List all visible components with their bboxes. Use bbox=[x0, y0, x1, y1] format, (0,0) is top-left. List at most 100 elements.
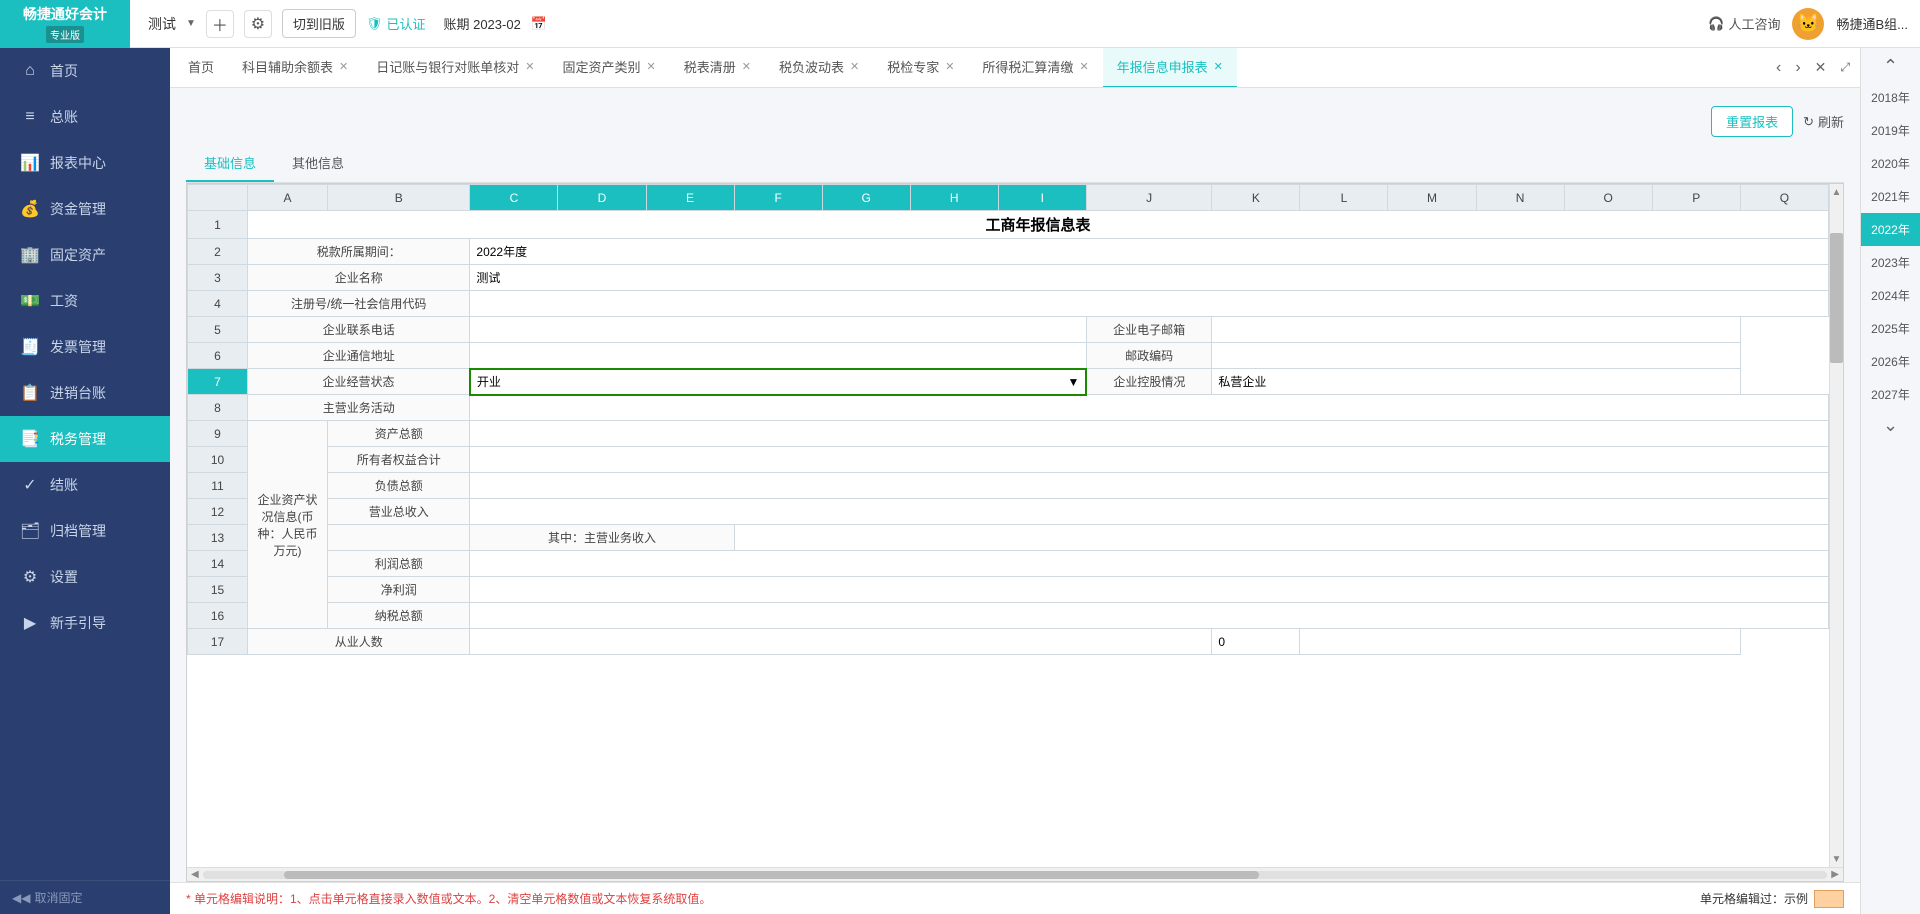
sub-tab-other[interactable]: 其他信息 bbox=[274, 145, 362, 182]
col-header-p[interactable]: P bbox=[1652, 185, 1740, 211]
year-2018[interactable]: 2018年 bbox=[1861, 81, 1920, 114]
col-header-e[interactable]: E bbox=[646, 185, 734, 211]
company-value-cell[interactable]: 测试 bbox=[470, 265, 1829, 291]
settings-icon[interactable]: ⚙ bbox=[244, 10, 272, 38]
sidebar-item-archive[interactable]: 🗂 归档管理 bbox=[0, 508, 170, 554]
tab-auxiliary[interactable]: 科目辅助余额表 ✕ bbox=[228, 48, 362, 88]
year-2020[interactable]: 2020年 bbox=[1861, 147, 1920, 180]
tab-journal[interactable]: 日记账与银行对账单核对 ✕ bbox=[362, 48, 548, 88]
sidebar-item-tax[interactable]: 📑 税务管理 bbox=[0, 416, 170, 462]
year-2019[interactable]: 2019年 bbox=[1861, 114, 1920, 147]
main-rev-value[interactable] bbox=[734, 525, 1828, 551]
year-2023[interactable]: 2023年 bbox=[1861, 246, 1920, 279]
main-biz-value-cell[interactable] bbox=[470, 395, 1829, 421]
sidebar-item-inventory[interactable]: 📋 进销台账 bbox=[0, 370, 170, 416]
scroll-left-button[interactable]: ◀ bbox=[191, 869, 199, 880]
total-tax-value[interactable] bbox=[470, 603, 1829, 629]
tab-close-all-button[interactable]: ✕ bbox=[1809, 59, 1833, 76]
sidebar-item-invoice[interactable]: 🧾 发票管理 bbox=[0, 324, 170, 370]
phone-value-cell[interactable] bbox=[470, 317, 1086, 343]
tab-next-button[interactable]: › bbox=[1789, 59, 1806, 77]
col-header-f[interactable]: F bbox=[734, 185, 822, 211]
holding-value-cell[interactable]: 私营企业 bbox=[1212, 369, 1740, 395]
equity-value[interactable] bbox=[470, 447, 1829, 473]
sidebar-item-ledger[interactable]: ≡ 总账 bbox=[0, 94, 170, 140]
calendar-icon[interactable]: 📅 bbox=[531, 16, 547, 32]
add-tab-button[interactable]: ＋ bbox=[206, 10, 234, 38]
scroll-down-button[interactable]: ▼ bbox=[1830, 851, 1843, 867]
col-header-h[interactable]: H bbox=[910, 185, 998, 211]
reg-value-cell[interactable] bbox=[470, 291, 1829, 317]
sidebar-item-assets[interactable]: 🏢 固定资产 bbox=[0, 232, 170, 278]
tab-close-icon[interactable]: ✕ bbox=[850, 60, 859, 73]
sidebar-item-guide[interactable]: ▶ 新手引导 bbox=[0, 600, 170, 646]
tab-tax-expert[interactable]: 税检专家 ✕ bbox=[873, 48, 968, 88]
col-header-m[interactable]: M bbox=[1388, 185, 1476, 211]
year-2026[interactable]: 2026年 bbox=[1861, 345, 1920, 378]
col-header-j[interactable]: J bbox=[1086, 185, 1212, 211]
net-profit-value[interactable] bbox=[470, 577, 1829, 603]
col-header-g[interactable]: G bbox=[822, 185, 910, 211]
sidebar-item-reports[interactable]: 📊 报表中心 bbox=[0, 140, 170, 186]
revenue-value[interactable] bbox=[470, 499, 1829, 525]
profit-value[interactable] bbox=[470, 551, 1829, 577]
tab-fixed-assets[interactable]: 固定资产类别 ✕ bbox=[548, 48, 669, 88]
col-header-q[interactable]: Q bbox=[1740, 185, 1828, 211]
total-assets-value[interactable] bbox=[470, 421, 1829, 447]
v-scrollbar[interactable]: ▲ ▼ bbox=[1829, 184, 1843, 867]
tab-tax-fluctuation[interactable]: 税负波动表 ✕ bbox=[765, 48, 873, 88]
year-scroll-up[interactable]: ⌃ bbox=[1861, 52, 1920, 81]
pin-toggle[interactable]: ◀◀ 取消固定 bbox=[0, 880, 170, 914]
year-2025[interactable]: 2025年 bbox=[1861, 312, 1920, 345]
col-header-n[interactable]: N bbox=[1476, 185, 1564, 211]
col-header-d[interactable]: D bbox=[558, 185, 646, 211]
address-value-cell[interactable] bbox=[470, 343, 1086, 369]
company-dropdown-icon[interactable]: ▼ bbox=[186, 18, 196, 29]
title-cell[interactable]: 工商年报信息表 bbox=[248, 211, 1829, 239]
spreadsheet-scroll[interactable]: A B C D E F G H I J bbox=[187, 184, 1829, 867]
col-header-k[interactable]: K bbox=[1212, 185, 1300, 211]
sidebar-item-settings[interactable]: ⚙ 设置 bbox=[0, 554, 170, 600]
scroll-right-button[interactable]: ▶ bbox=[1831, 869, 1839, 880]
tab-annual-report[interactable]: 年报信息申报表 ✕ bbox=[1103, 48, 1237, 88]
sidebar-item-close[interactable]: ✓ 结账 bbox=[0, 462, 170, 508]
period-value-cell[interactable]: 2022年度 bbox=[470, 239, 1829, 265]
status-dropdown-cell[interactable]: 开业 ▼ bbox=[470, 369, 1086, 395]
employees-empty[interactable] bbox=[470, 629, 1212, 655]
tab-close-icon[interactable]: ✕ bbox=[339, 60, 348, 73]
col-header-b[interactable]: B bbox=[328, 185, 470, 211]
sidebar-item-home[interactable]: ⌂ 首页 bbox=[0, 48, 170, 94]
year-2021[interactable]: 2021年 bbox=[1861, 180, 1920, 213]
refresh-button[interactable]: ↻ 刷新 bbox=[1803, 112, 1844, 131]
postal-value-cell[interactable] bbox=[1212, 343, 1740, 369]
email-value-cell[interactable] bbox=[1212, 317, 1740, 343]
year-2022[interactable]: 2022年 bbox=[1861, 213, 1920, 246]
col-header-o[interactable]: O bbox=[1564, 185, 1652, 211]
consult-button[interactable]: 🎧 人工咨询 bbox=[1708, 14, 1780, 33]
reset-button[interactable]: 重置报表 bbox=[1711, 106, 1793, 137]
tab-close-icon[interactable]: ✕ bbox=[1079, 60, 1088, 73]
year-scroll-down[interactable]: ⌄ bbox=[1861, 411, 1920, 440]
sidebar-item-funds[interactable]: 💰 资金管理 bbox=[0, 186, 170, 232]
col-header-l[interactable]: L bbox=[1300, 185, 1388, 211]
tab-home[interactable]: 首页 bbox=[174, 48, 228, 88]
year-2027[interactable]: 2027年 bbox=[1861, 378, 1920, 411]
tab-close-icon[interactable]: ✕ bbox=[525, 60, 534, 73]
col-header-i[interactable]: I bbox=[998, 185, 1086, 211]
sub-tab-basic[interactable]: 基础信息 bbox=[186, 145, 274, 182]
tab-income-tax[interactable]: 所得税汇算清缴 ✕ bbox=[968, 48, 1102, 88]
tab-close-icon[interactable]: ✕ bbox=[742, 60, 751, 73]
tab-prev-button[interactable]: ‹ bbox=[1770, 59, 1787, 77]
employees-trailing[interactable] bbox=[1300, 629, 1740, 655]
tab-close-icon[interactable]: ✕ bbox=[647, 60, 656, 73]
year-2024[interactable]: 2024年 bbox=[1861, 279, 1920, 312]
col-header-c[interactable]: C bbox=[470, 185, 558, 211]
tab-close-icon[interactable]: ✕ bbox=[1214, 60, 1223, 73]
old-version-button[interactable]: 切到旧版 bbox=[282, 9, 356, 38]
tab-close-icon[interactable]: ✕ bbox=[945, 60, 954, 73]
tab-tax-list[interactable]: 税表清册 ✕ bbox=[670, 48, 765, 88]
tab-expand-button[interactable]: ⤢ bbox=[1834, 60, 1856, 75]
employees-value[interactable]: 0 bbox=[1212, 629, 1300, 655]
sidebar-item-payroll[interactable]: 💵 工资 bbox=[0, 278, 170, 324]
liabilities-value[interactable] bbox=[470, 473, 1829, 499]
